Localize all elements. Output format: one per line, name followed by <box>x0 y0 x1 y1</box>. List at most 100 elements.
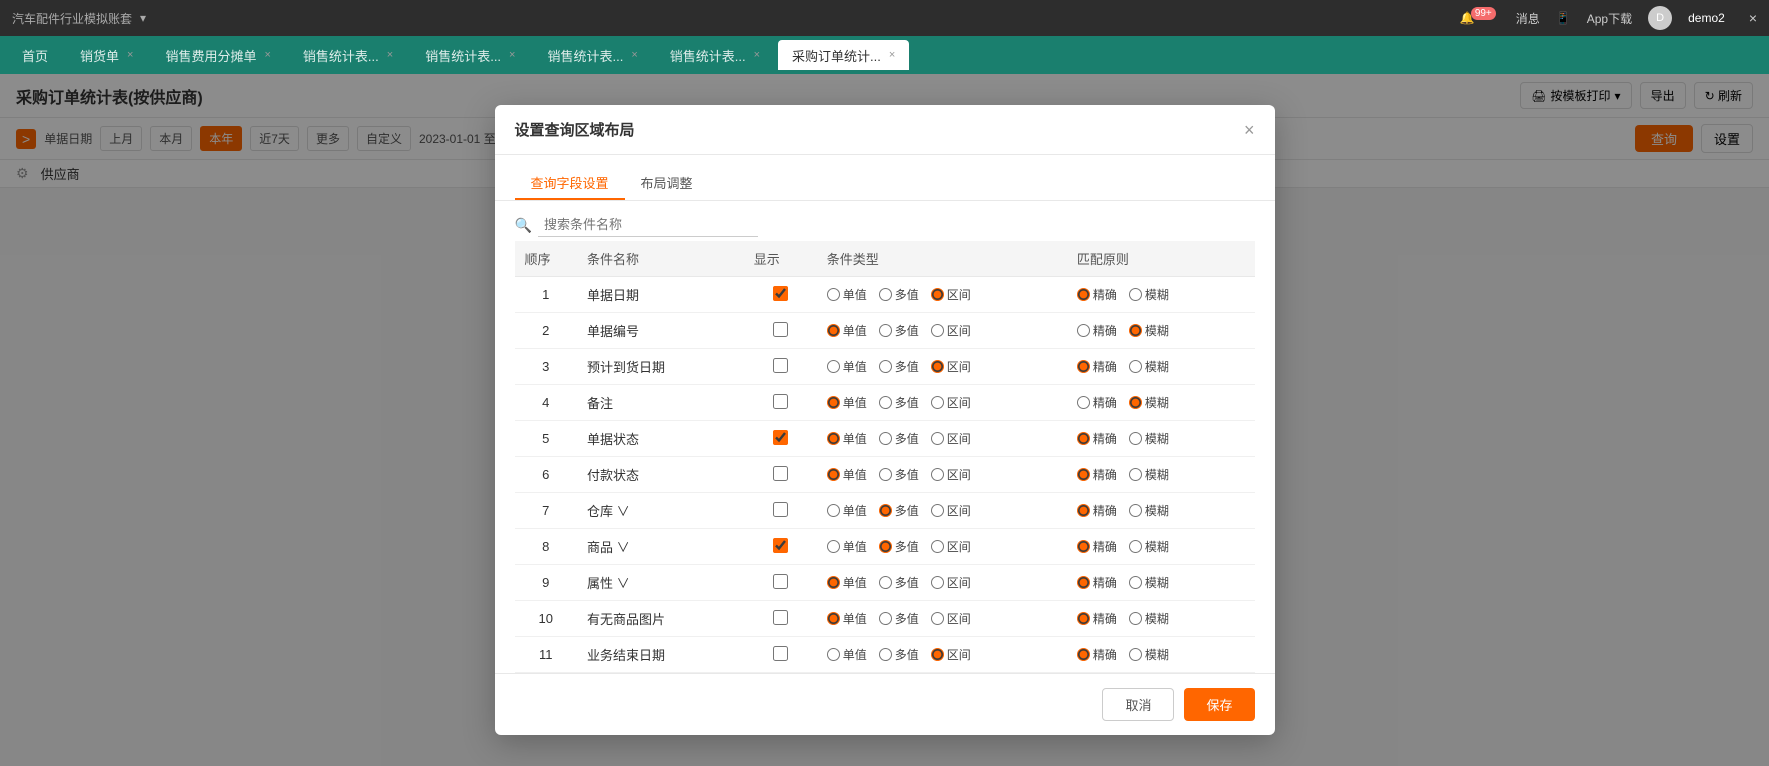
row-show-checkbox[interactable] <box>773 286 788 301</box>
tab-5-close[interactable]: × <box>631 49 637 61</box>
search-input[interactable] <box>538 213 758 237</box>
tab-query-fields[interactable]: 查询字段设置 <box>515 167 625 200</box>
row-type-multi[interactable]: 多值 <box>879 466 919 483</box>
row-show-checkbox[interactable] <box>773 322 788 337</box>
row-rule-exact[interactable]: 精确 <box>1077 394 1117 411</box>
row-type-multi[interactable]: 多值 <box>879 430 919 447</box>
tab-purchase-stats-close[interactable]: × <box>889 49 895 61</box>
row-rule-fuzzy[interactable]: 模糊 <box>1129 286 1169 303</box>
row-type-single[interactable]: 单值 <box>827 394 867 411</box>
row-type-range[interactable]: 区间 <box>931 286 971 303</box>
row-show-checkbox[interactable] <box>773 430 788 445</box>
row-rule-cell: 精确模糊 <box>1067 565 1255 601</box>
tab-query-fields-label: 查询字段设置 <box>531 176 609 191</box>
tab-5[interactable]: 销售统计表... × <box>533 40 651 70</box>
notification-label[interactable]: 消息 <box>1516 10 1540 27</box>
row-rule-fuzzy[interactable]: 模糊 <box>1129 466 1169 483</box>
row-rule-exact[interactable]: 精确 <box>1077 502 1117 519</box>
tab-6-close[interactable]: × <box>754 49 760 61</box>
row-show-checkbox[interactable] <box>773 358 788 373</box>
modal-search-area: 🔍 <box>495 201 1275 241</box>
tab-sales-cost[interactable]: 销售费用分摊单 × <box>151 40 284 70</box>
row-rule-exact[interactable]: 精确 <box>1077 646 1117 663</box>
row-show-checkbox[interactable] <box>773 646 788 661</box>
row-rule-fuzzy[interactable]: 模糊 <box>1129 322 1169 339</box>
row-type-single[interactable]: 单值 <box>827 574 867 591</box>
avatar[interactable]: D <box>1648 6 1672 30</box>
tab-purchase-stats[interactable]: 采购订单统计... × <box>778 40 909 70</box>
tab-sales-order[interactable]: 销货单 × <box>66 40 147 70</box>
row-type-range[interactable]: 区间 <box>931 610 971 627</box>
tab-sales-cost-close[interactable]: × <box>264 49 270 61</box>
notification-icon[interactable]: 🔔99+ <box>1460 11 1500 25</box>
row-rule-fuzzy[interactable]: 模糊 <box>1129 358 1169 375</box>
row-type-multi[interactable]: 多值 <box>879 538 919 555</box>
row-type-multi[interactable]: 多值 <box>879 358 919 375</box>
row-show-checkbox[interactable] <box>773 502 788 517</box>
row-rule-fuzzy[interactable]: 模糊 <box>1129 610 1169 627</box>
row-type-range[interactable]: 区间 <box>931 358 971 375</box>
modal-close-button[interactable]: × <box>1244 121 1255 139</box>
row-show-checkbox[interactable] <box>773 466 788 481</box>
row-rule-fuzzy[interactable]: 模糊 <box>1129 646 1169 663</box>
download-icon[interactable]: 📱 <box>1556 11 1571 25</box>
row-type-single[interactable]: 单值 <box>827 538 867 555</box>
row-rule-exact[interactable]: 精确 <box>1077 286 1117 303</box>
row-type-range[interactable]: 区间 <box>931 646 971 663</box>
modal-table-wrap: 顺序 条件名称 显示 条件类型 匹配原则 1单据日期单值多值区间精确模糊2单据编… <box>495 241 1275 673</box>
row-type-single[interactable]: 单值 <box>827 286 867 303</box>
row-type-multi[interactable]: 多值 <box>879 286 919 303</box>
row-rule-cell: 精确模糊 <box>1067 385 1255 421</box>
dropdown-arrow[interactable]: ▾ <box>140 11 146 25</box>
row-type-range[interactable]: 区间 <box>931 574 971 591</box>
row-type-multi[interactable]: 多值 <box>879 574 919 591</box>
download-label[interactable]: App下载 <box>1587 10 1632 27</box>
tab-sales-order-close[interactable]: × <box>127 49 133 61</box>
tab-3-close[interactable]: × <box>387 49 393 61</box>
row-show-checkbox[interactable] <box>773 610 788 625</box>
row-rule-exact[interactable]: 精确 <box>1077 610 1117 627</box>
row-type-multi[interactable]: 多值 <box>879 394 919 411</box>
tab-4-close[interactable]: × <box>509 49 515 61</box>
cancel-button[interactable]: 取消 <box>1102 688 1174 721</box>
row-type-single[interactable]: 单值 <box>827 466 867 483</box>
row-show-checkbox[interactable] <box>773 394 788 409</box>
row-type-single[interactable]: 单值 <box>827 358 867 375</box>
row-type-multi[interactable]: 多值 <box>879 502 919 519</box>
row-rule-exact[interactable]: 精确 <box>1077 322 1117 339</box>
row-type-multi[interactable]: 多值 <box>879 322 919 339</box>
topbar-close-button[interactable]: × <box>1749 10 1757 26</box>
row-type-range[interactable]: 区间 <box>931 394 971 411</box>
user-name[interactable]: demo2 <box>1688 11 1725 25</box>
row-rule-exact[interactable]: 精确 <box>1077 538 1117 555</box>
row-rule-fuzzy[interactable]: 模糊 <box>1129 502 1169 519</box>
row-type-range[interactable]: 区间 <box>931 502 971 519</box>
row-type-multi[interactable]: 多值 <box>879 646 919 663</box>
row-type-range[interactable]: 区间 <box>931 322 971 339</box>
row-type-range[interactable]: 区间 <box>931 538 971 555</box>
tab-home[interactable]: 首页 <box>8 40 62 70</box>
tab-layout-adjust[interactable]: 布局调整 <box>625 167 709 200</box>
row-type-single[interactable]: 单值 <box>827 610 867 627</box>
tab-4[interactable]: 销售统计表... × <box>411 40 529 70</box>
row-type-single[interactable]: 单值 <box>827 502 867 519</box>
row-rule-exact[interactable]: 精确 <box>1077 574 1117 591</box>
tab-6[interactable]: 销售统计表... × <box>656 40 774 70</box>
row-rule-exact[interactable]: 精确 <box>1077 466 1117 483</box>
tab-3[interactable]: 销售统计表... × <box>289 40 407 70</box>
row-rule-fuzzy[interactable]: 模糊 <box>1129 430 1169 447</box>
row-rule-exact[interactable]: 精确 <box>1077 358 1117 375</box>
row-rule-fuzzy[interactable]: 模糊 <box>1129 394 1169 411</box>
save-button[interactable]: 保存 <box>1184 688 1254 721</box>
row-type-multi[interactable]: 多值 <box>879 610 919 627</box>
row-type-single[interactable]: 单值 <box>827 322 867 339</box>
row-rule-fuzzy[interactable]: 模糊 <box>1129 574 1169 591</box>
row-rule-exact[interactable]: 精确 <box>1077 430 1117 447</box>
row-rule-fuzzy[interactable]: 模糊 <box>1129 538 1169 555</box>
row-type-range[interactable]: 区间 <box>931 430 971 447</box>
row-type-single[interactable]: 单值 <box>827 646 867 663</box>
row-type-single[interactable]: 单值 <box>827 430 867 447</box>
row-show-checkbox[interactable] <box>773 574 788 589</box>
row-show-checkbox[interactable] <box>773 538 788 553</box>
row-type-range[interactable]: 区间 <box>931 466 971 483</box>
